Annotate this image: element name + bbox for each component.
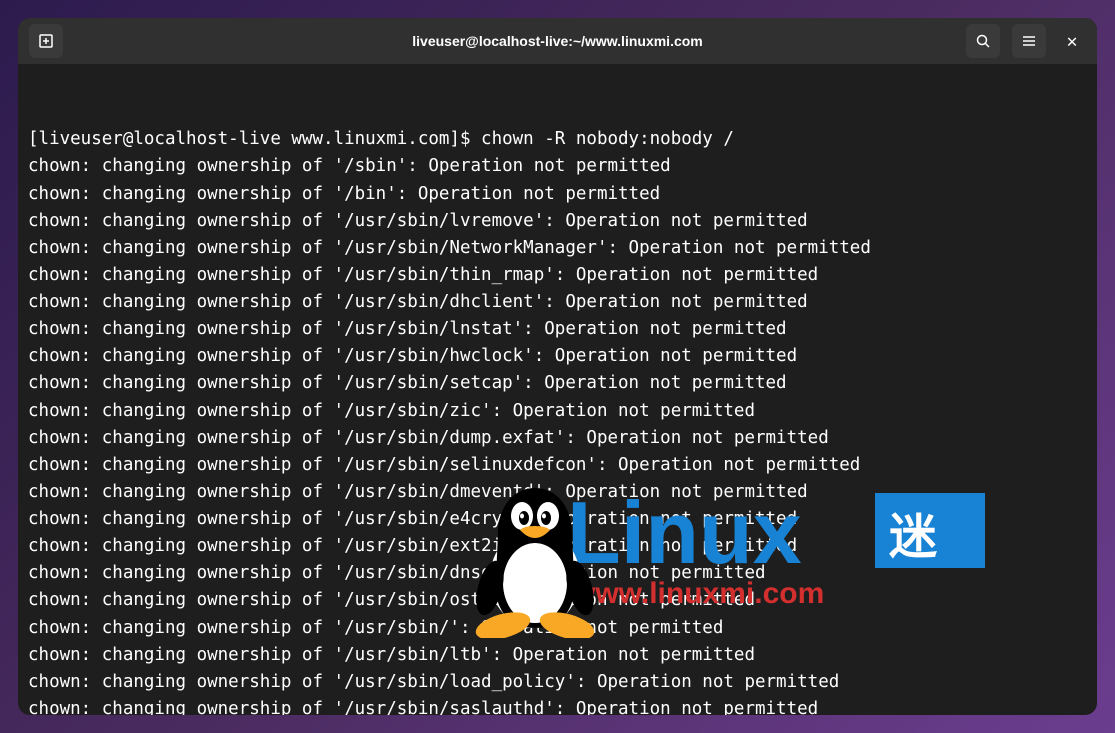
- terminal-output-line: chown: changing ownership of '/bin': Ope…: [28, 181, 1087, 208]
- terminal-output-line: chown: changing ownership of '/usr/sbin/…: [28, 370, 1087, 397]
- new-tab-button[interactable]: [29, 24, 63, 58]
- search-icon: [975, 33, 991, 49]
- terminal-output-line: chown: changing ownership of '/usr/sbin/…: [28, 398, 1087, 425]
- terminal-output-line: chown: changing ownership of '/usr/sbin/…: [28, 615, 1087, 642]
- terminal-output-line: chown: changing ownership of '/usr/sbin/…: [28, 506, 1087, 533]
- hamburger-menu-icon: [1021, 33, 1037, 49]
- menu-button[interactable]: [1012, 24, 1046, 58]
- new-tab-icon: [38, 33, 54, 49]
- terminal-output-line: chown: changing ownership of '/usr/sbin/…: [28, 208, 1087, 235]
- terminal-output-line: chown: changing ownership of '/usr/sbin/…: [28, 343, 1087, 370]
- terminal-output-line: chown: changing ownership of '/usr/sbin/…: [28, 669, 1087, 696]
- terminal-content[interactable]: [liveuser@localhost-live www.linuxmi.com…: [18, 64, 1097, 715]
- terminal-output-line: chown: changing ownership of '/usr/sbin/…: [28, 560, 1087, 587]
- titlebar: liveuser@localhost-live:~/www.linuxmi.co…: [18, 18, 1097, 64]
- close-icon: ✕: [1067, 31, 1078, 52]
- terminal-output-line: chown: changing ownership of '/usr/sbin/…: [28, 425, 1087, 452]
- terminal-output-line: chown: changing ownership of '/usr/sbin/…: [28, 642, 1087, 669]
- terminal-output-line: chown: changing ownership of '/usr/sbin/…: [28, 452, 1087, 479]
- window-title: liveuser@localhost-live:~/www.linuxmi.co…: [412, 33, 703, 49]
- terminal-output-line: chown: changing ownership of '/sbin': Op…: [28, 153, 1087, 180]
- terminal-output-line: chown: changing ownership of '/usr/sbin/…: [28, 235, 1087, 262]
- terminal-output-line: chown: changing ownership of '/usr/sbin/…: [28, 289, 1087, 316]
- terminal-output-line: chown: changing ownership of '/usr/sbin/…: [28, 316, 1087, 343]
- terminal-output-line: chown: changing ownership of '/usr/sbin/…: [28, 262, 1087, 289]
- terminal-prompt-line: [liveuser@localhost-live www.linuxmi.com…: [28, 126, 1087, 153]
- terminal-output-line: chown: changing ownership of '/usr/sbin/…: [28, 696, 1087, 715]
- terminal-output-line: chown: changing ownership of '/usr/sbin/…: [28, 533, 1087, 560]
- terminal-window: liveuser@localhost-live:~/www.linuxmi.co…: [18, 18, 1097, 715]
- terminal-output-line: chown: changing ownership of '/usr/sbin/…: [28, 587, 1087, 614]
- close-button[interactable]: ✕: [1055, 24, 1089, 58]
- terminal-output-line: chown: changing ownership of '/usr/sbin/…: [28, 479, 1087, 506]
- titlebar-right: ✕: [963, 24, 1089, 58]
- titlebar-left: [26, 24, 66, 58]
- search-button[interactable]: [966, 24, 1000, 58]
